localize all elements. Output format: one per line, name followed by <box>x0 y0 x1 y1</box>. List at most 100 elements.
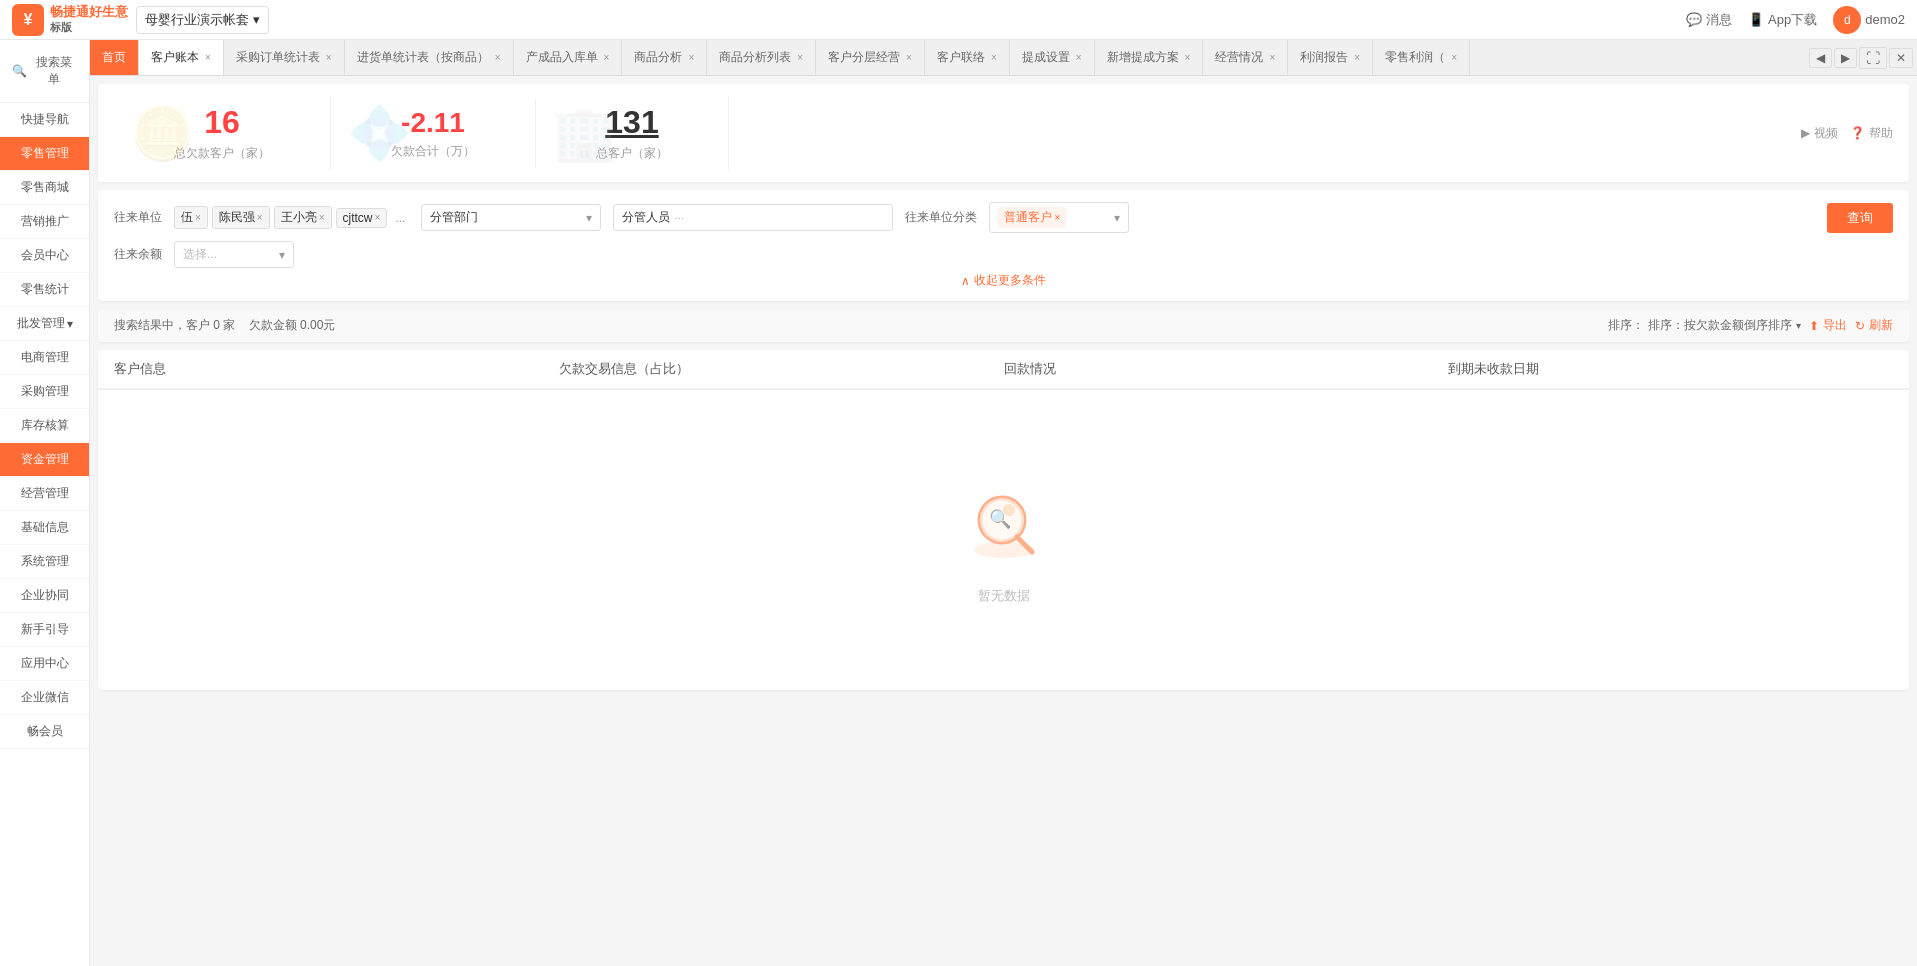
tab-close-retail-profit[interactable]: × <box>1451 52 1457 63</box>
export-button[interactable]: ⬆ 导出 <box>1809 317 1847 334</box>
unit-type-filter-select[interactable]: 普通客户 × ▾ <box>989 202 1129 233</box>
tab-customer-layer[interactable]: 客户分层经营 × <box>816 40 925 76</box>
table-container: 客户信息 欠款交易信息（占比） 回款情况 到期未收款日期 <box>98 350 1909 690</box>
unit-filter-tags: 伍 × 陈民强 × 王小亮 × cjttcw × <box>174 206 409 229</box>
tab-product-instock[interactable]: 产成品入库单 × <box>514 40 623 76</box>
results-actions: 排序： 排序：按欠款金额倒序排序 ▾ ⬆ 导出 ↻ 刷新 <box>1608 317 1893 334</box>
help-button[interactable]: ❓ 帮助 <box>1850 125 1893 142</box>
dept-dropdown-arrow: ▾ <box>586 211 592 225</box>
tab-profit-report[interactable]: 利润报告 × <box>1288 40 1373 76</box>
filter-tag-1: 陈民强 × <box>212 206 270 229</box>
collapse-filter-button[interactable]: ∧ 收起更多条件 <box>114 272 1893 289</box>
filter-tag-2-close[interactable]: × <box>319 212 325 223</box>
tab-prev-button[interactable]: ◀ <box>1809 48 1832 68</box>
message-icon: 💬 <box>1686 12 1702 27</box>
sidebar-item-wholesale-mgmt[interactable]: 批发管理 ▾ <box>0 307 89 341</box>
svg-text:🔍: 🔍 <box>989 508 1012 530</box>
sidebar: 🔍 搜索菜单 快捷导航 零售管理 零售商城 营销推广 会员中心 零售统计 批发管… <box>0 40 90 966</box>
video-help-button[interactable]: ▶ 视频 <box>1801 125 1838 142</box>
message-button[interactable]: 💬 消息 <box>1686 11 1732 29</box>
sidebar-item-system-mgmt[interactable]: 系统管理 <box>0 545 89 579</box>
tab-new-promotion[interactable]: 新增提成方案 × <box>1095 40 1204 76</box>
tab-close-purchase-order[interactable]: × <box>326 52 332 63</box>
filter-tags-more[interactable]: ... <box>391 209 409 227</box>
sidebar-item-vip-member[interactable]: 畅会员 <box>0 715 89 749</box>
help-area: ▶ 视频 ❓ 帮助 <box>1801 125 1893 142</box>
sidebar-item-marketing[interactable]: 营销推广 <box>0 205 89 239</box>
tab-home[interactable]: 首页 <box>90 40 139 76</box>
tab-close-product-instock[interactable]: × <box>604 52 610 63</box>
table-col-due-date: 到期未收款日期 <box>1448 360 1893 378</box>
app-download-button[interactable]: 📱 App下载 <box>1748 11 1817 29</box>
tab-close-instock-stats[interactable]: × <box>495 52 501 63</box>
tab-close-all-button[interactable]: ✕ <box>1889 48 1913 68</box>
diamond-icon: 💠 <box>347 103 412 164</box>
unit-filter-label: 往来单位 <box>114 209 162 226</box>
filter-tag-1-close[interactable]: × <box>257 212 263 223</box>
sidebar-item-ecommerce-mgmt[interactable]: 电商管理 <box>0 341 89 375</box>
balance-filter-select[interactable]: 选择... ▾ <box>174 241 294 268</box>
results-bar: 搜索结果中，客户 0 家 欠款金额 0.00元 排序： 排序：按欠款金额倒序排序… <box>98 309 1909 342</box>
top-bar-left: ¥ 畅捷通好生意 标版 母婴行业演示帐套 ▾ <box>12 4 269 36</box>
tab-close-operations[interactable]: × <box>1269 52 1275 63</box>
tab-next-button[interactable]: ▶ <box>1834 48 1857 68</box>
tab-promotion-settings[interactable]: 提成设置 × <box>1010 40 1095 76</box>
results-text: 搜索结果中，客户 0 家 欠款金额 0.00元 <box>114 317 335 334</box>
logo-icon: ¥ <box>12 4 44 36</box>
tab-product-analysis[interactable]: 商品分析 × <box>622 40 707 76</box>
tab-close-new-promotion[interactable]: × <box>1185 52 1191 63</box>
sidebar-item-enterprise-wechat[interactable]: 企业微信 <box>0 681 89 715</box>
tab-close-promotion-settings[interactable]: × <box>1076 52 1082 63</box>
filter-tag-0-close[interactable]: × <box>195 212 201 223</box>
sidebar-item-retail-stats[interactable]: 零售统计 <box>0 273 89 307</box>
dept-filter-select[interactable]: 分管部门 ▾ <box>421 204 601 231</box>
tab-customer-capital[interactable]: 客户账本 × <box>139 40 224 76</box>
table-header: 客户信息 欠款交易信息（占比） 回款情况 到期未收款日期 <box>98 350 1909 390</box>
sidebar-item-finance-mgmt[interactable]: 资金管理 <box>0 443 89 477</box>
sidebar-item-basic-info[interactable]: 基础信息 <box>0 511 89 545</box>
sidebar-item-retail-mall[interactable]: 零售商城 <box>0 171 89 205</box>
filter-row-1: 往来单位 伍 × 陈民强 × 王小亮 × <box>114 202 1893 233</box>
unit-type-tag-close[interactable]: × <box>1054 212 1060 223</box>
tab-close-customer-contact[interactable]: × <box>991 52 997 63</box>
sidebar-item-app-center[interactable]: 应用中心 <box>0 647 89 681</box>
tab-close-product-analysis[interactable]: × <box>688 52 694 63</box>
chevron-down-icon: ▾ <box>67 317 73 331</box>
tab-close-profit-report[interactable]: × <box>1354 52 1360 63</box>
company-selector[interactable]: 母婴行业演示帐套 ▾ <box>136 6 269 34</box>
tab-close-product-analysis-list[interactable]: × <box>797 52 803 63</box>
sidebar-item-operations-mgmt[interactable]: 经营管理 <box>0 477 89 511</box>
sidebar-item-new-guide[interactable]: 新手引导 <box>0 613 89 647</box>
tab-operations[interactable]: 经营情况 × <box>1203 40 1288 76</box>
tab-retail-profit[interactable]: 零售利润（ × <box>1373 40 1470 76</box>
refresh-button[interactable]: ↻ 刷新 <box>1855 317 1893 334</box>
tab-fullscreen-button[interactable]: ⛶ <box>1859 47 1887 69</box>
sidebar-item-retail-mgmt[interactable]: 零售管理 <box>0 137 89 171</box>
table-col-debt-info: 欠款交易信息（占比） <box>559 360 1004 378</box>
sidebar-quick-nav[interactable]: 快捷导航 <box>0 103 89 137</box>
empty-svg-icon: 🔍 <box>954 475 1054 575</box>
tab-close-customer-capital[interactable]: × <box>205 52 211 63</box>
manager-filter-select[interactable]: 分管人员 ··· <box>613 204 893 231</box>
sidebar-item-member-center[interactable]: 会员中心 <box>0 239 89 273</box>
logo-subtitle: 标版 <box>50 20 128 35</box>
filter-tag-3: cjttcw × <box>336 208 388 228</box>
sort-label: 排序： <box>1608 317 1644 334</box>
tab-instock-stats[interactable]: 进货单统计表（按商品） × <box>345 40 514 76</box>
sidebar-item-purchase-mgmt[interactable]: 采购管理 <box>0 375 89 409</box>
coin-icon: 🪙 <box>130 103 195 164</box>
tab-product-analysis-list[interactable]: 商品分析列表 × <box>707 40 816 76</box>
filter-tag-2: 王小亮 × <box>274 206 332 229</box>
tab-customer-contact[interactable]: 客户联络 × <box>925 40 1010 76</box>
sort-selector[interactable]: 排序： 排序：按欠款金额倒序排序 ▾ <box>1608 317 1801 334</box>
refresh-icon: ↻ <box>1855 319 1865 333</box>
tab-purchase-order[interactable]: 采购订单统计表 × <box>224 40 345 76</box>
filter-tag-3-close[interactable]: × <box>375 212 381 223</box>
sidebar-item-inventory[interactable]: 库存核算 <box>0 409 89 443</box>
tab-close-customer-layer[interactable]: × <box>906 52 912 63</box>
query-button[interactable]: 查询 <box>1827 203 1893 233</box>
sidebar-item-enterprise-coop[interactable]: 企业协同 <box>0 579 89 613</box>
user-profile[interactable]: d demo2 <box>1833 6 1905 34</box>
empty-state: 🔍 暂无数据 <box>954 475 1054 605</box>
search-menu-button[interactable]: 🔍 搜索菜单 <box>8 50 81 92</box>
